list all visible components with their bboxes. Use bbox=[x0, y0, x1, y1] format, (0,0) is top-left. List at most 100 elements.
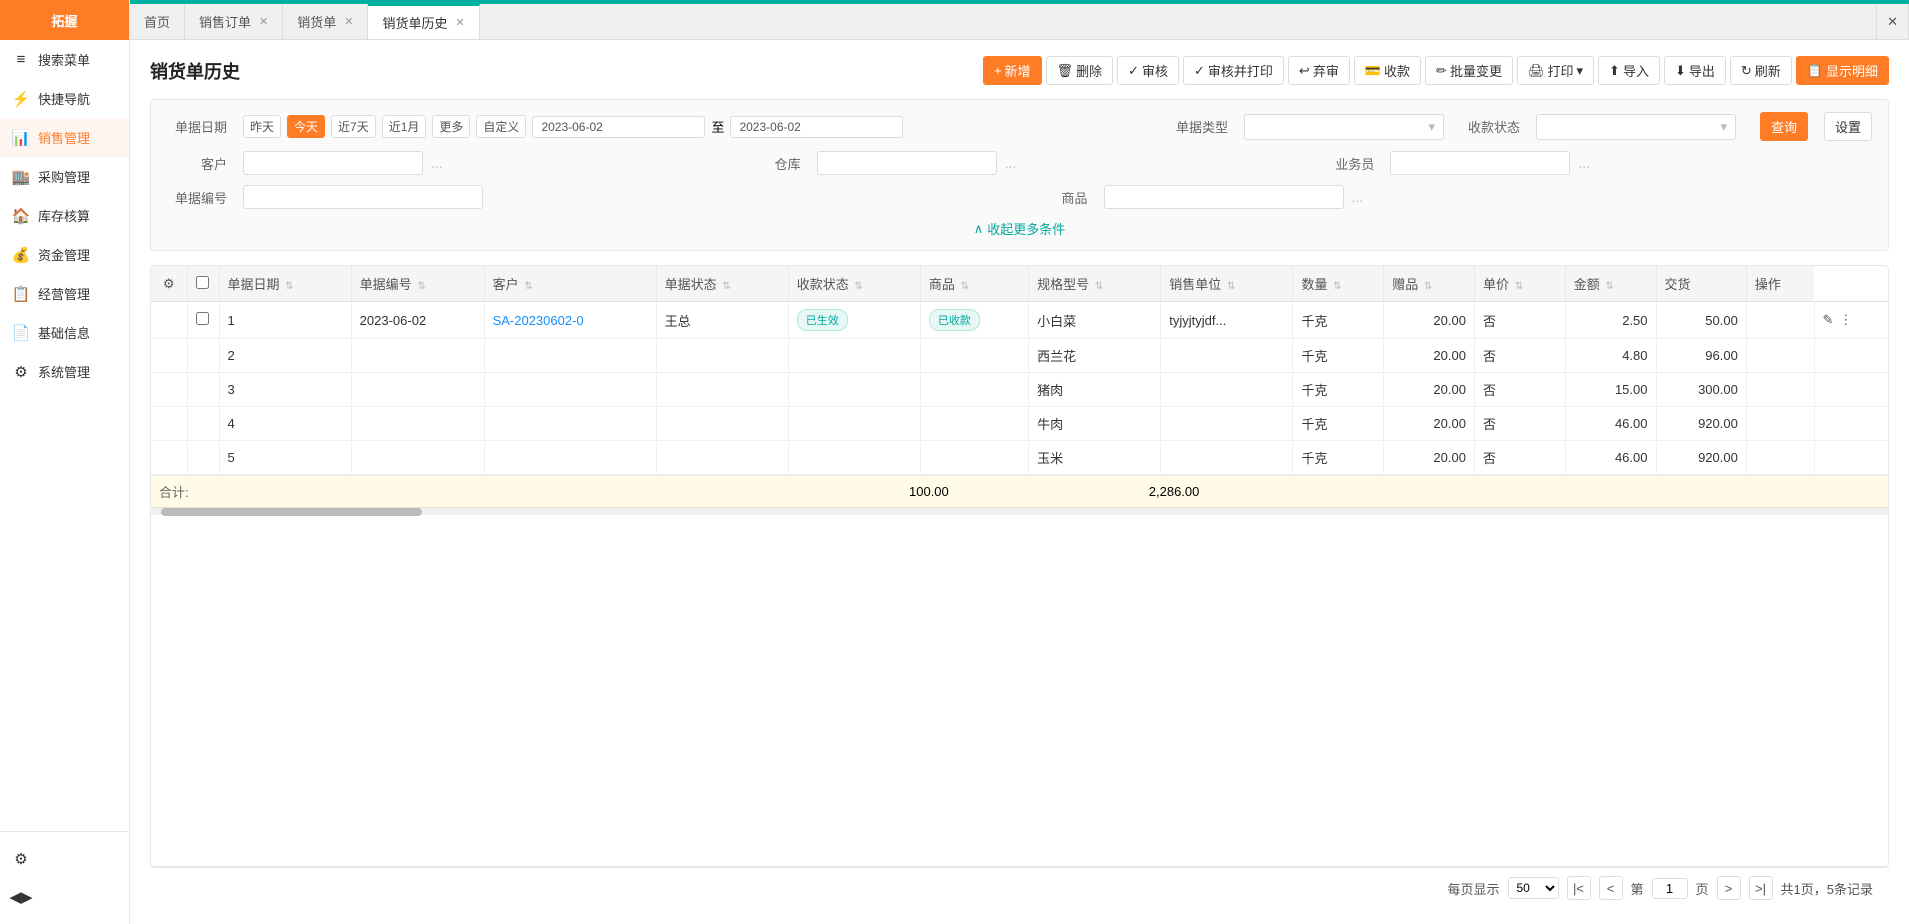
collect-button[interactable]: 💳 收款 bbox=[1354, 56, 1421, 85]
warehouse-input[interactable] bbox=[817, 151, 997, 175]
cell-amount: 920.00 bbox=[1656, 407, 1746, 441]
salesperson-dots[interactable]: ... bbox=[1578, 155, 1590, 171]
tab-window-close[interactable]: ✕ bbox=[1876, 4, 1909, 39]
edit-icon[interactable]: ✎ bbox=[1823, 312, 1834, 328]
sidebar-settings-btn[interactable]: ⚙ bbox=[0, 840, 129, 878]
new-button[interactable]: + 新增 bbox=[983, 56, 1042, 85]
per-page-select[interactable]: 50 100 200 bbox=[1508, 877, 1559, 899]
collect-status-select[interactable]: ▾ bbox=[1536, 114, 1736, 140]
sidebar-item-sales-mgmt[interactable]: 📊 销售管理 bbox=[0, 118, 129, 157]
collapse-filter-btn[interactable]: ∧ 收起更多条件 bbox=[167, 219, 1872, 238]
sidebar-item-funds-mgmt[interactable]: 💰 资金管理 bbox=[0, 235, 129, 274]
import-button[interactable]: ⬆ 导入 bbox=[1598, 56, 1660, 85]
scroll-track[interactable] bbox=[151, 507, 1888, 515]
table-row: 1 2023-06-02 SA-20230602-0 王总 已生效 已收款 小白… bbox=[151, 302, 1888, 339]
scroll-thumb[interactable] bbox=[161, 508, 422, 516]
col-doc-no[interactable]: 单据编号 ⇅ bbox=[351, 266, 484, 302]
batch-change-button[interactable]: ✏ 批量变更 bbox=[1425, 56, 1513, 85]
date-from-input[interactable] bbox=[532, 116, 705, 138]
sort-spec-type-icon: ⇅ bbox=[1095, 281, 1103, 292]
cell-action bbox=[1814, 339, 1888, 373]
goods-input[interactable] bbox=[1104, 185, 1344, 209]
date-range-sep: 至 bbox=[711, 117, 724, 136]
col-gear[interactable]: ⚙ bbox=[151, 266, 187, 302]
col-spec-type[interactable]: 规格型号 ⇅ bbox=[1029, 266, 1161, 302]
date-btn-custom[interactable]: 自定义 bbox=[476, 115, 526, 138]
col-gift[interactable]: 赠品 ⇅ bbox=[1384, 266, 1475, 302]
tab-sales-history-close[interactable]: ✕ bbox=[456, 16, 465, 29]
sys-mgmt-icon: ⚙ bbox=[12, 363, 30, 381]
cell-doc-no bbox=[484, 339, 656, 373]
show-details-button[interactable]: 📋 显示明细 bbox=[1796, 56, 1889, 85]
col-sales-unit[interactable]: 销售单位 ⇅ bbox=[1161, 266, 1293, 302]
sidebar-item-purchase-mgmt[interactable]: 🏬 采购管理 bbox=[0, 157, 129, 196]
sidebar-bottom: ⚙ ◀▶ bbox=[0, 831, 129, 924]
doc-type-select[interactable]: ▾ bbox=[1244, 114, 1444, 140]
tab-sales-history[interactable]: 销货单历史 ✕ bbox=[368, 4, 479, 39]
salesperson-input[interactable] bbox=[1390, 151, 1570, 175]
tab-sales-goods-close[interactable]: ✕ bbox=[344, 15, 353, 28]
sidebar-item-ops-mgmt[interactable]: 📋 经营管理 bbox=[0, 274, 129, 313]
date-btn-1month[interactable]: 近1月 bbox=[382, 115, 427, 138]
tab-sales-history-label: 销货单历史 bbox=[382, 13, 447, 32]
tab-home[interactable]: 首页 bbox=[130, 4, 185, 39]
tab-sales-order-close[interactable]: ✕ bbox=[259, 15, 268, 28]
customer-input[interactable] bbox=[243, 151, 423, 175]
more-icon[interactable]: ⋮ bbox=[1839, 312, 1852, 328]
page-number-input[interactable] bbox=[1652, 878, 1688, 899]
abandon-button[interactable]: ↩ 弃审 bbox=[1288, 56, 1350, 85]
date-btn-yesterday[interactable]: 昨天 bbox=[243, 115, 281, 138]
cell-sales-unit: 千克 bbox=[1293, 302, 1384, 339]
page-next-btn[interactable]: > bbox=[1717, 876, 1741, 900]
delete-button[interactable]: 🗑 删除 bbox=[1046, 56, 1114, 85]
cell-goods: 玉米 bbox=[1029, 441, 1161, 475]
tab-sales-goods[interactable]: 销货单 ✕ bbox=[283, 4, 368, 39]
new-icon: + bbox=[994, 63, 1002, 78]
sidebar-item-sys-mgmt[interactable]: ⚙ 系统管理 bbox=[0, 352, 129, 391]
sidebar-item-quick-nav[interactable]: ⚡ 快捷导航 bbox=[0, 79, 129, 118]
col-qty[interactable]: 数量 ⇅ bbox=[1293, 266, 1384, 302]
doc-no-input[interactable] bbox=[243, 185, 483, 209]
page-prev-btn[interactable]: < bbox=[1599, 876, 1623, 900]
query-button[interactable]: 查询 bbox=[1760, 112, 1808, 141]
cell-gear bbox=[151, 441, 187, 475]
row-checkbox[interactable] bbox=[196, 312, 209, 325]
col-doc-status[interactable]: 单据状态 ⇅ bbox=[656, 266, 788, 302]
page-label-2: 页 bbox=[1696, 879, 1709, 898]
sidebar-item-inventory-calc[interactable]: 🏠 库存核算 bbox=[0, 196, 129, 235]
cell-transaction bbox=[1746, 441, 1814, 475]
cell-checkbox bbox=[187, 302, 219, 339]
cell-doc-status bbox=[788, 441, 920, 475]
sidebar-collapse-btn[interactable]: ◀▶ bbox=[0, 878, 129, 916]
col-amount[interactable]: 金额 ⇅ bbox=[1565, 266, 1656, 302]
sidebar-item-label: 经营管理 bbox=[38, 284, 90, 303]
col-unit-price[interactable]: 单价 ⇅ bbox=[1474, 266, 1565, 302]
col-customer[interactable]: 客户 ⇅ bbox=[484, 266, 656, 302]
doc-no-link[interactable]: SA-20230602-0 bbox=[493, 313, 584, 328]
audit-button[interactable]: ✓ 审核 bbox=[1117, 56, 1179, 85]
cell-doc-date bbox=[351, 407, 484, 441]
sidebar-item-basic-info[interactable]: 📄 基础信息 bbox=[0, 313, 129, 352]
col-goods[interactable]: 商品 ⇅ bbox=[920, 266, 1028, 302]
page-last-btn[interactable]: >| bbox=[1749, 876, 1773, 900]
date-btn-more[interactable]: 更多 bbox=[432, 115, 470, 138]
export-button[interactable]: ⬇ 导出 bbox=[1664, 56, 1726, 85]
col-doc-date[interactable]: 单据日期 ⇅ bbox=[219, 266, 351, 302]
goods-dots[interactable]: ... bbox=[1352, 189, 1364, 205]
page-first-btn[interactable]: |< bbox=[1567, 876, 1591, 900]
audit-print-button[interactable]: ✓ 审核并打印 bbox=[1183, 56, 1284, 85]
customer-dots[interactable]: ... bbox=[431, 155, 443, 171]
settings-btn[interactable]: 设置 bbox=[1824, 112, 1872, 141]
date-to-input[interactable] bbox=[730, 116, 903, 138]
date-btn-today[interactable]: 今天 bbox=[287, 115, 325, 138]
tab-sales-order[interactable]: 销售订单 ✕ bbox=[185, 4, 283, 39]
select-all-checkbox[interactable] bbox=[196, 276, 209, 289]
col-collect-status[interactable]: 收款状态 ⇅ bbox=[788, 266, 920, 302]
app-logo: 拓握 bbox=[0, 0, 129, 40]
date-btn-7days[interactable]: 近7天 bbox=[331, 115, 376, 138]
warehouse-dots[interactable]: ... bbox=[1005, 155, 1017, 171]
sidebar-item-search-menu[interactable]: ≡ 搜索菜单 bbox=[0, 40, 129, 79]
cell-checkbox bbox=[187, 441, 219, 475]
print-button[interactable]: 🖨 打印 ▾ bbox=[1517, 56, 1594, 85]
refresh-button[interactable]: ↻ 刷新 bbox=[1730, 56, 1792, 85]
